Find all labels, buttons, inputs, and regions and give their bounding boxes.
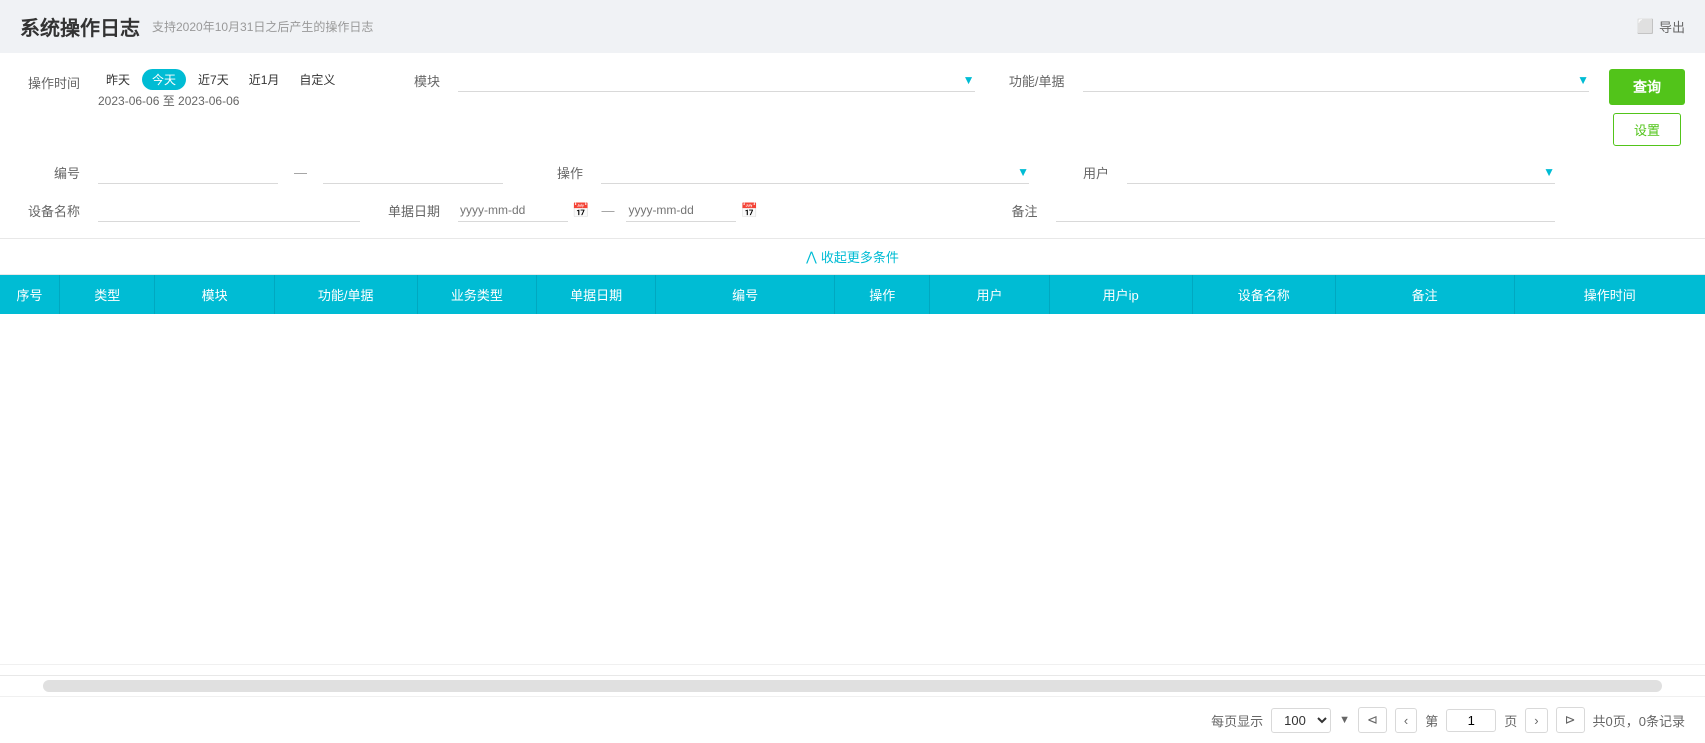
code-dash: — xyxy=(294,165,307,180)
function-label: 功能/单据 xyxy=(995,71,1065,90)
empty-cell xyxy=(0,314,1705,664)
device-label: 设备名称 xyxy=(20,201,80,220)
col-device: 设备名称 xyxy=(1192,275,1335,314)
page-suffix: 页 xyxy=(1504,711,1517,730)
bill-date-group: 📅 — 📅 xyxy=(458,199,958,222)
total-info: 共0页，0条记录 xyxy=(1593,711,1685,730)
time-btn-yesterday[interactable]: 昨天 xyxy=(98,69,138,90)
user-arrow-icon: ▼ xyxy=(1543,165,1555,179)
operation-select[interactable]: ▼ xyxy=(601,161,1029,184)
col-type: 类型 xyxy=(60,275,155,314)
per-page-select[interactable]: 100 10 20 50 xyxy=(1271,708,1331,733)
function-select[interactable]: ▼ xyxy=(1083,69,1590,92)
per-page-label: 每页显示 xyxy=(1211,711,1263,730)
col-user-ip: 用户ip xyxy=(1049,275,1192,314)
first-page-button[interactable]: ⊲ xyxy=(1358,707,1387,733)
page-title: 系统操作日志 xyxy=(20,12,140,41)
col-bill-date: 单据日期 xyxy=(536,275,655,314)
time-btn-today[interactable]: 今天 xyxy=(142,69,186,90)
next-page-button[interactable]: › xyxy=(1525,708,1547,733)
col-time: 操作时间 xyxy=(1514,275,1705,314)
col-index: 序号 xyxy=(0,275,60,314)
module-select[interactable]: ▼ xyxy=(458,69,975,92)
last-page-button[interactable]: ⊳ xyxy=(1556,707,1585,733)
filter-area: 操作时间 昨天 今天 近7天 近1月 自定义 2023-06-06 至 2023… xyxy=(0,53,1705,239)
col-operation: 操作 xyxy=(835,275,930,314)
remark-label: 备注 xyxy=(978,201,1038,220)
date-dash: — xyxy=(601,203,614,218)
action-buttons: 查询 设置 xyxy=(1609,69,1685,146)
export-label: 导出 xyxy=(1659,17,1685,36)
pagination: 每页显示 100 10 20 50 ▼ ⊲ ‹ 第 页 › ⊳ 共0页，0条记录 xyxy=(0,696,1705,743)
col-biz-type: 业务类型 xyxy=(417,275,536,314)
calendar-start-icon[interactable]: 📅 xyxy=(572,202,589,219)
page-input[interactable] xyxy=(1446,709,1496,732)
bill-date-start[interactable] xyxy=(458,199,568,222)
module-label: 模块 xyxy=(380,71,440,90)
scrollbar-container[interactable] xyxy=(0,675,1705,696)
code-input-start[interactable] xyxy=(98,160,278,184)
table-header-row: 序号 类型 模块 功能/单据 业务类型 单据日期 编号 操作 用户 用户ip 设… xyxy=(0,275,1705,314)
col-code: 编号 xyxy=(656,275,835,314)
operation-label: 操作 xyxy=(523,163,583,182)
module-arrow-icon: ▼ xyxy=(963,73,975,87)
remark-input[interactable] xyxy=(1056,198,1556,222)
function-arrow-icon: ▼ xyxy=(1577,73,1589,87)
horizontal-scrollbar[interactable] xyxy=(43,680,1663,692)
collapse-label: 收起更多条件 xyxy=(821,247,899,266)
time-btn-7days[interactable]: 近7天 xyxy=(190,69,237,90)
export-button[interactable]: ⬜ 导出 xyxy=(1637,17,1685,36)
bill-date-label: 单据日期 xyxy=(380,201,440,220)
bill-date-end[interactable] xyxy=(626,199,736,222)
collapse-button[interactable]: ⋀ 收起更多条件 xyxy=(806,247,899,266)
time-label: 操作时间 xyxy=(20,69,80,92)
col-function: 功能/单据 xyxy=(274,275,417,314)
col-user: 用户 xyxy=(930,275,1049,314)
page-subtitle: 支持2020年10月31日之后产生的操作日志 xyxy=(152,18,373,35)
col-remark: 备注 xyxy=(1335,275,1514,314)
code-input-end[interactable] xyxy=(323,160,503,184)
page-label: 第 xyxy=(1425,711,1438,730)
calendar-end-icon[interactable]: 📅 xyxy=(740,202,757,219)
per-page-arrow-icon: ▼ xyxy=(1339,714,1350,726)
device-input[interactable] xyxy=(98,198,360,222)
time-btn-1month[interactable]: 近1月 xyxy=(241,69,288,90)
table-container: 序号 类型 模块 功能/单据 业务类型 单据日期 编号 操作 用户 用户ip 设… xyxy=(0,275,1705,675)
prev-page-button[interactable]: ‹ xyxy=(1395,708,1417,733)
export-icon: ⬜ xyxy=(1637,18,1654,35)
user-label: 用户 xyxy=(1049,163,1109,182)
collapse-row: ⋀ 收起更多条件 xyxy=(0,239,1705,275)
data-table: 序号 类型 模块 功能/单据 业务类型 单据日期 编号 操作 用户 用户ip 设… xyxy=(0,275,1705,665)
query-button[interactable]: 查询 xyxy=(1609,69,1685,105)
col-module: 模块 xyxy=(155,275,274,314)
time-btn-custom[interactable]: 自定义 xyxy=(291,69,343,90)
time-range-text: 2023-06-06 至 2023-06-06 xyxy=(98,92,343,109)
collapse-icon: ⋀ xyxy=(806,249,817,265)
user-select[interactable]: ▼ xyxy=(1127,161,1555,184)
code-label: 编号 xyxy=(20,163,80,182)
operation-arrow-icon: ▼ xyxy=(1017,165,1029,179)
settings-button[interactable]: 设置 xyxy=(1613,113,1681,146)
